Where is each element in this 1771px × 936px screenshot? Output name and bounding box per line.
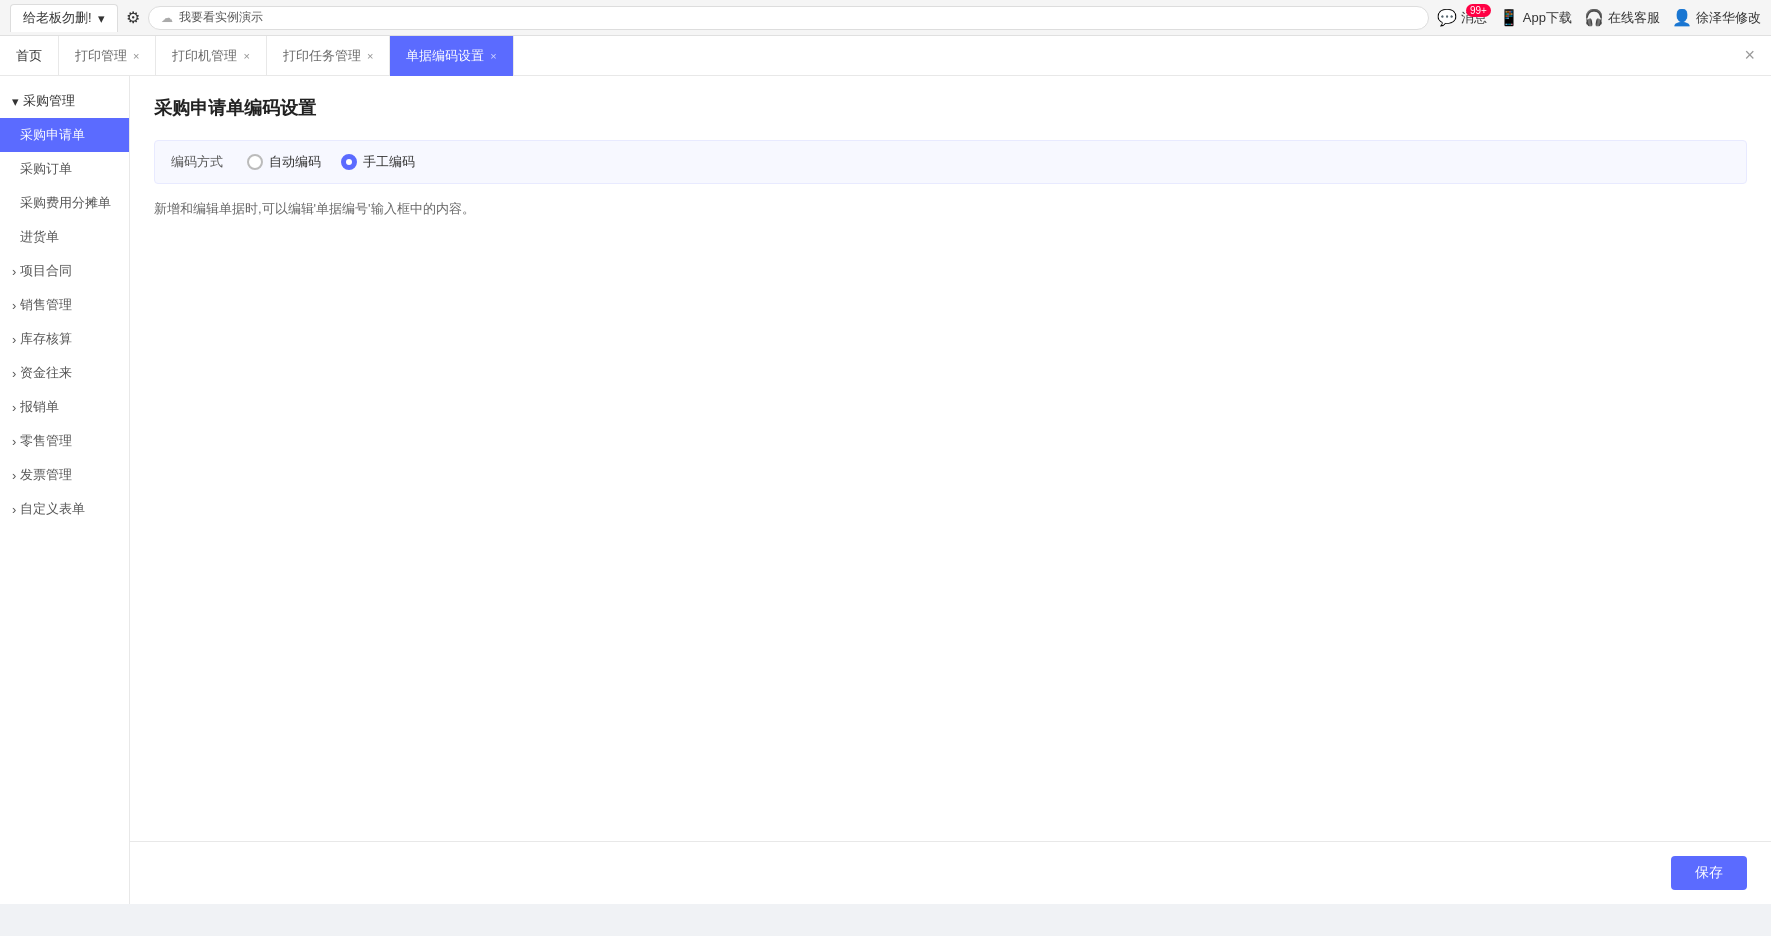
sidebar-group-title-purchase-mgmt[interactable]: ▾ 采购管理 — [0, 84, 129, 118]
message-badge: 99+ — [1466, 4, 1491, 17]
sidebar-item-purchase-order-label: 采购订单 — [20, 161, 72, 176]
main-layout: ▾ 采购管理 采购申请单 采购订单 采购费用分摊单 进货单 项目合同 销售管理 — [0, 76, 1771, 904]
radio-manual-circle — [341, 154, 357, 170]
online-service-label: 在线客服 — [1608, 9, 1660, 27]
browser-tab-label: 给老板勿删! — [23, 9, 92, 27]
service-icon: 🎧 — [1584, 8, 1604, 27]
user-action[interactable]: 👤 徐泽华修改 — [1672, 8, 1761, 27]
window-close-button[interactable]: × — [1728, 45, 1771, 66]
tab-printer-mgmt[interactable]: 打印机管理 × — [156, 36, 266, 76]
tab-printer-mgmt-label: 打印机管理 — [172, 47, 237, 65]
tab-print-task-mgmt-close[interactable]: × — [367, 50, 373, 62]
purchase-mgmt-arrow: ▾ — [12, 94, 19, 109]
sidebar-group-project-contract[interactable]: 项目合同 — [0, 254, 129, 288]
tab-print-task-mgmt-label: 打印任务管理 — [283, 47, 361, 65]
sidebar-group-sales-mgmt[interactable]: 销售管理 — [0, 288, 129, 322]
sidebar-item-purchase-request[interactable]: 采购申请单 — [0, 118, 129, 152]
browser-url-bar[interactable]: ☁ 我要看实例演示 — [148, 6, 1429, 30]
sidebar-item-purchase-expense-label: 采购费用分摊单 — [20, 195, 111, 210]
sidebar-group-label-capital: 资金往来 — [20, 364, 72, 382]
content-area: 采购申请单编码设置 编码方式 自动编码 手工编码 新增和编辑单据时,可以编辑'单… — [130, 76, 1771, 904]
radio-group-encoding: 自动编码 手工编码 — [247, 153, 415, 171]
retail-mgmt-arrow — [12, 434, 16, 449]
app-tabs-bar: 首页 打印管理 × 打印机管理 × 打印任务管理 × 单据编码设置 × × — [0, 36, 1771, 76]
tab-single-code-setting[interactable]: 单据编码设置 × — [390, 36, 513, 76]
sales-mgmt-arrow — [12, 298, 16, 313]
sidebar-item-purchase-order[interactable]: 采购订单 — [0, 152, 129, 186]
sidebar: ▾ 采购管理 采购申请单 采购订单 采购费用分摊单 进货单 项目合同 销售管理 — [0, 76, 130, 904]
cloud-icon: ☁ — [161, 11, 173, 25]
tab-print-mgmt-close[interactable]: × — [133, 50, 139, 62]
sidebar-item-purchase-request-label: 采购申请单 — [20, 127, 85, 142]
user-label: 徐泽华修改 — [1696, 9, 1761, 27]
tab-home-label: 首页 — [16, 47, 42, 65]
sidebar-group-label-purchase-mgmt: 采购管理 — [23, 92, 75, 110]
radio-manual-label: 手工编码 — [363, 153, 415, 171]
tab-print-mgmt-label: 打印管理 — [75, 47, 127, 65]
sidebar-group-purchase-mgmt: ▾ 采购管理 采购申请单 采购订单 采购费用分摊单 进货单 — [0, 84, 129, 254]
tab-printer-mgmt-close[interactable]: × — [243, 50, 249, 62]
sidebar-group-invoice-mgmt[interactable]: 发票管理 — [0, 458, 129, 492]
page-title: 采购申请单编码设置 — [154, 96, 1747, 120]
download-icon: 📱 — [1499, 8, 1519, 27]
app-download-label: App下载 — [1523, 9, 1572, 27]
content-footer: 保存 — [130, 841, 1771, 904]
sidebar-group-inventory[interactable]: 库存核算 — [0, 322, 129, 356]
tab-single-code-setting-label: 单据编码设置 — [406, 47, 484, 65]
custom-forms-arrow — [12, 502, 16, 517]
sidebar-group-label-inventory: 库存核算 — [20, 330, 72, 348]
sidebar-group-label-invoice-mgmt: 发票管理 — [20, 466, 72, 484]
sidebar-group-custom-forms[interactable]: 自定义表单 — [0, 492, 129, 526]
tab-print-task-mgmt[interactable]: 打印任务管理 × — [267, 36, 390, 76]
sidebar-group-capital[interactable]: 资金往来 — [0, 356, 129, 390]
sidebar-group-label-custom-forms: 自定义表单 — [20, 500, 85, 518]
sidebar-group-retail-mgmt[interactable]: 零售管理 — [0, 424, 129, 458]
encoding-row: 编码方式 自动编码 手工编码 — [154, 140, 1747, 184]
save-button[interactable]: 保存 — [1671, 856, 1747, 890]
browser-actions: 💬 消息 99+ 📱 App下载 🎧 在线客服 👤 徐泽华修改 — [1437, 8, 1761, 27]
sidebar-group-label-sales-mgmt: 销售管理 — [20, 296, 72, 314]
content-main: 采购申请单编码设置 编码方式 自动编码 手工编码 新增和编辑单据时,可以编辑'单… — [130, 76, 1771, 841]
returns-arrow — [12, 400, 16, 415]
radio-auto-label: 自动编码 — [269, 153, 321, 171]
app-download-action[interactable]: 📱 App下载 — [1499, 8, 1572, 27]
capital-arrow — [12, 366, 16, 381]
tab-print-mgmt[interactable]: 打印管理 × — [59, 36, 156, 76]
sidebar-item-goods-receipt-label: 进货单 — [20, 229, 59, 244]
browser-tab[interactable]: 给老板勿删! ▾ — [10, 4, 118, 32]
sidebar-group-label-project-contract: 项目合同 — [20, 262, 72, 280]
browser-tab-dropdown[interactable]: ▾ — [98, 11, 105, 26]
url-text: 我要看实例演示 — [179, 9, 263, 26]
settings-icon[interactable]: ⚙ — [126, 8, 140, 27]
message-action[interactable]: 💬 消息 99+ — [1437, 8, 1487, 27]
radio-auto-circle — [247, 154, 263, 170]
sidebar-group-label-returns: 报销单 — [20, 398, 59, 416]
browser-bar: 给老板勿删! ▾ ⚙ ☁ 我要看实例演示 💬 消息 99+ 📱 App下载 🎧 … — [0, 0, 1771, 36]
user-avatar-icon: 👤 — [1672, 8, 1692, 27]
online-service-action[interactable]: 🎧 在线客服 — [1584, 8, 1660, 27]
encoding-description: 新增和编辑单据时,可以编辑'单据编号'输入框中的内容。 — [154, 200, 1747, 218]
radio-manual-encoding[interactable]: 手工编码 — [341, 153, 415, 171]
project-contract-arrow — [12, 264, 16, 279]
radio-auto-encoding[interactable]: 自动编码 — [247, 153, 321, 171]
sidebar-group-label-retail-mgmt: 零售管理 — [20, 432, 72, 450]
tab-home[interactable]: 首页 — [0, 36, 59, 76]
inventory-arrow — [12, 332, 16, 347]
sidebar-item-purchase-expense[interactable]: 采购费用分摊单 — [0, 186, 129, 220]
tab-single-code-setting-close[interactable]: × — [490, 50, 496, 62]
message-icon: 💬 — [1437, 8, 1457, 27]
sidebar-item-goods-receipt[interactable]: 进货单 — [0, 220, 129, 254]
invoice-mgmt-arrow — [12, 468, 16, 483]
sidebar-group-returns[interactable]: 报销单 — [0, 390, 129, 424]
encoding-label: 编码方式 — [171, 153, 223, 171]
